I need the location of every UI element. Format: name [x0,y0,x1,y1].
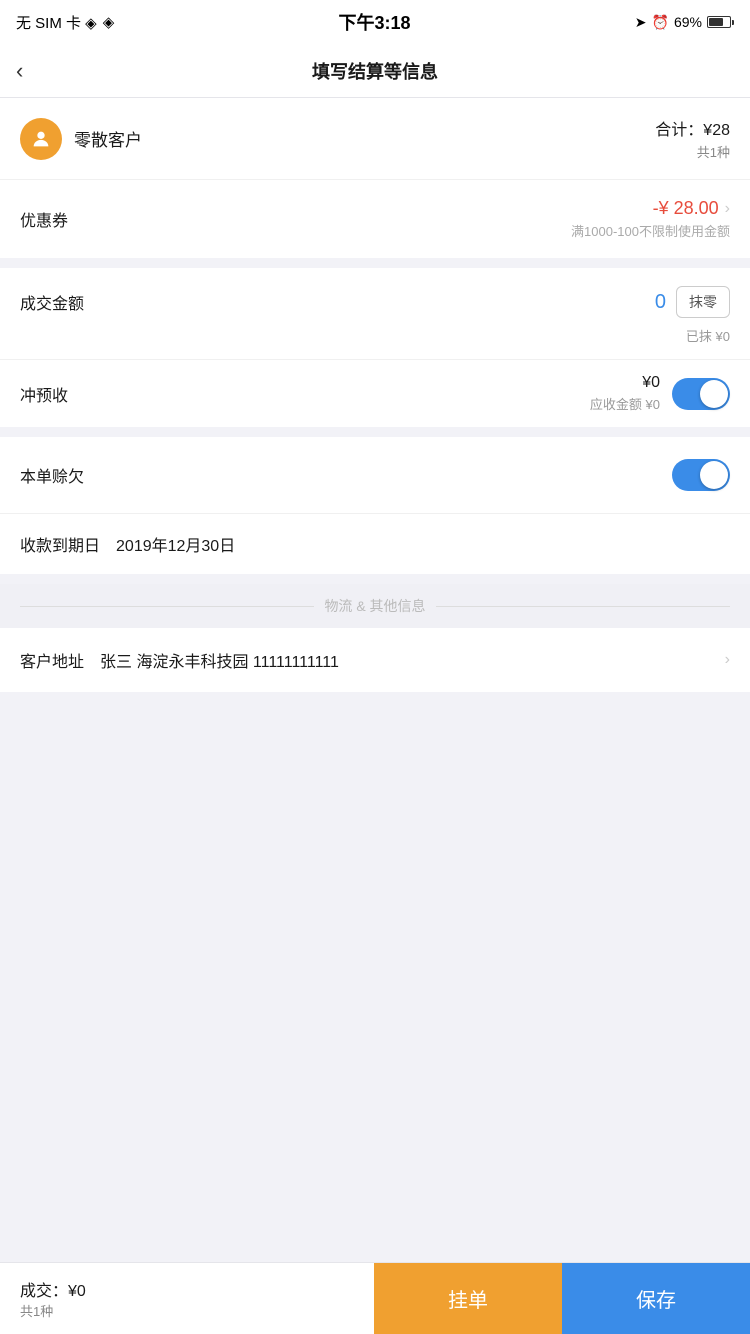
customer-left: 零散客户 [20,118,142,160]
precollect-toggle[interactable] [672,378,730,410]
coupon-right: -¥ 28.00 › 满1000-100不限制使用金额 [571,198,730,240]
customer-total: 合计：¥28 [655,116,730,140]
wifi-icon: ◈ [103,13,115,31]
deal-right: 0 抹零 [655,286,730,318]
address-label: 客户地址 [20,648,84,672]
round-zero-button[interactable]: 抹零 [676,286,730,318]
logistics-divider-text: 物流 & 其他信息 [324,596,425,616]
chevron-right-icon: › [725,200,730,218]
logistics-divider: 物流 & 其他信息 [0,584,750,628]
coupon-amount: -¥ 28.00 [653,198,719,219]
coupon-label: 优惠券 [20,207,68,231]
hold-button[interactable]: 挂单 [374,1263,562,1334]
bottom-deal-value: ¥0 [68,1283,86,1300]
bottom-info: 成交：¥0 共1种 [0,1277,374,1320]
precollect-row: 冲预收 ¥0 应收金额 ¥0 [0,359,750,427]
bottom-count: 共1种 [20,1301,354,1320]
alarm-icon: ⏰ [652,14,669,31]
address-chevron-icon: › [725,651,730,669]
due-date-label: 收款到期日 [20,532,100,556]
address-value: 张三 海淀永丰科技园 11111111111 [100,648,725,672]
divider-line: 物流 & 其他信息 [20,596,730,616]
battery-percent: 69% [674,14,702,30]
debit-toggle-knob [700,461,728,489]
debit-label: 本单赊欠 [20,463,84,487]
nav-bar: ‹ 填写结算等信息 [0,44,750,98]
customer-right: 合计：¥28 共1种 [655,116,730,161]
customer-row: 零散客户 合计：¥28 共1种 [0,98,750,179]
coupon-description: 满1000-100不限制使用金额 [571,221,730,240]
customer-name: 零散客户 [74,126,142,151]
due-date-row: 收款到期日 2019年12月30日 [0,513,750,574]
deal-amount-label: 成交金额 [20,290,84,314]
page-title: 填写结算等信息 [312,58,438,84]
back-button[interactable]: ‹ [16,58,23,84]
status-left: 无 SIM 卡 ◈ ◈ [16,12,114,33]
precollect-values: ¥0 应收金额 ¥0 [590,374,660,413]
bottom-bar: 成交：¥0 共1种 挂单 保存 [0,1262,750,1334]
precollect-sub-value: 应收金额 ¥0 [590,394,660,413]
battery-icon [707,16,734,28]
status-time: 下午3:18 [339,9,411,35]
deal-section: 成交金额 0 抹零 已抹 ¥0 冲预收 ¥0 应收金额 ¥0 [0,268,750,427]
precollect-label: 冲预收 [20,382,68,406]
bottom-deal: 成交：¥0 [20,1277,354,1301]
precollect-main-value: ¥0 [590,374,660,392]
address-section: 客户地址 张三 海淀永丰科技园 11111111111 › [0,628,750,692]
customer-section: 零散客户 合计：¥28 共1种 优惠券 -¥ 28.00 › 满1000-100… [0,98,750,258]
customer-count: 共1种 [655,142,730,161]
avatar [20,118,62,160]
debit-section: 本单赊欠 收款到期日 2019年12月30日 [0,437,750,574]
deal-amount-row: 成交金额 0 抹零 [0,268,750,326]
precollect-right: ¥0 应收金额 ¥0 [590,374,730,413]
location-icon: ➤ [635,14,647,31]
due-date-value: 2019年12月30日 [116,532,235,556]
sim-text: 无 SIM 卡 ◈ [16,12,97,33]
content: 零散客户 合计：¥28 共1种 优惠券 -¥ 28.00 › 满1000-100… [0,98,750,782]
save-button[interactable]: 保存 [562,1263,750,1334]
toggle-knob [700,380,728,408]
status-right: ➤ ⏰ 69% [635,14,734,31]
deal-amount-value: 0 [655,291,666,314]
debit-toggle[interactable] [672,459,730,491]
bottom-deal-prefix: 成交： [20,1283,68,1300]
address-row[interactable]: 客户地址 张三 海淀永丰科技园 11111111111 › [0,628,750,692]
coupon-row[interactable]: 优惠券 -¥ 28.00 › 满1000-100不限制使用金额 [0,179,750,258]
status-bar: 无 SIM 卡 ◈ ◈ 下午3:18 ➤ ⏰ 69% [0,0,750,44]
debit-row: 本单赊欠 [0,437,750,513]
deal-sub-text: 已抹 ¥0 [0,326,750,359]
